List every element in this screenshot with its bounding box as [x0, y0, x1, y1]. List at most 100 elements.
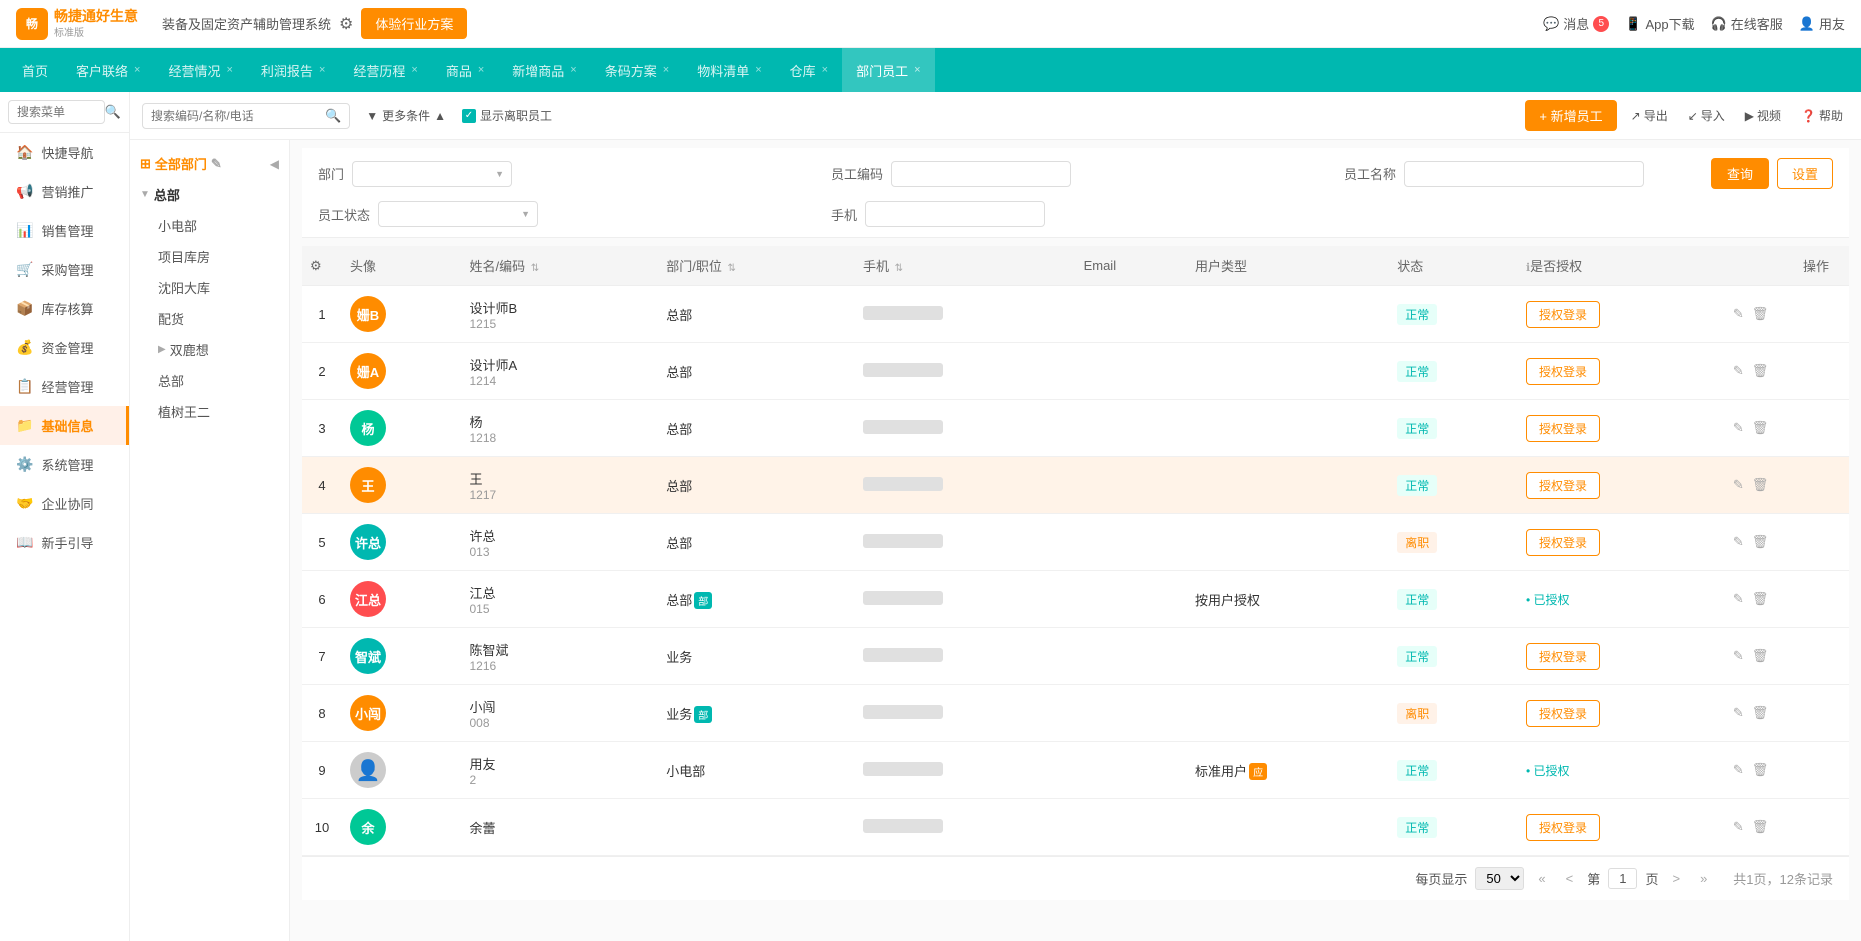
sidebar-item-navigation[interactable]: 🏠快捷导航	[0, 133, 129, 172]
edit-icon[interactable]: ✎	[1733, 477, 1744, 493]
dept-item-root[interactable]: ▼ 总部	[130, 179, 289, 210]
auth-login-btn[interactable]: 授权登录	[1526, 358, 1600, 385]
view-button[interactable]: ▶ 视频	[1739, 103, 1787, 128]
status-select[interactable]	[378, 201, 538, 227]
edit-icon[interactable]: ✎	[1733, 762, 1744, 778]
download-icon: 📱	[1625, 16, 1641, 32]
tab-goods[interactable]: 商品 ×	[432, 48, 498, 92]
export-button[interactable]: ↗ 导出	[1625, 103, 1674, 128]
edit-icon[interactable]: ✎	[1733, 534, 1744, 550]
auth-login-btn[interactable]: 授权登录	[1526, 301, 1600, 328]
dept-item-zongbu[interactable]: 总部	[130, 365, 289, 396]
phone-input[interactable]	[865, 201, 1045, 227]
delete-icon[interactable]: 🗑	[1752, 705, 1769, 721]
sidebar-item-guide[interactable]: 📖新手引导	[0, 523, 129, 562]
delete-icon[interactable]: 🗑	[1752, 477, 1769, 493]
col-settings[interactable]: ⚙	[302, 246, 342, 286]
help-button[interactable]: ❓ 帮助	[1795, 103, 1849, 128]
row-email	[1076, 286, 1187, 343]
message-btn[interactable]: 💬 消息 5	[1543, 14, 1609, 33]
delete-icon[interactable]: 🗑	[1752, 420, 1769, 436]
edit-icon[interactable]: ✎	[1733, 306, 1744, 322]
user-btn[interactable]: 👤 用友	[1799, 14, 1845, 33]
emp-code-input[interactable]	[891, 161, 1071, 187]
dept-item-shuanglu[interactable]: ▶ 双鹿想	[130, 334, 289, 365]
delete-icon[interactable]: 🗑	[1752, 534, 1769, 550]
auth-login-btn[interactable]: 授权登录	[1526, 814, 1600, 841]
row-avatar: 姗A	[342, 343, 461, 400]
auth-login-btn[interactable]: 授权登录	[1526, 472, 1600, 499]
edit-icon[interactable]: ✎	[1733, 591, 1744, 607]
prev-page-btn[interactable]: <	[1560, 869, 1580, 888]
edit-icon[interactable]: ✎	[1733, 705, 1744, 721]
first-page-btn[interactable]: «	[1532, 869, 1551, 888]
edit-icon[interactable]: ✎	[1733, 648, 1744, 664]
delete-icon[interactable]: 🗑	[1752, 306, 1769, 322]
delete-icon[interactable]: 🗑	[1752, 819, 1769, 835]
sidebar-item-marketing[interactable]: 📢营销推广	[0, 172, 129, 211]
per-page-select[interactable]: 50	[1475, 867, 1524, 890]
row-actions: ✎🗑	[1725, 685, 1849, 742]
delete-icon[interactable]: 🗑	[1752, 648, 1769, 664]
edit-icon[interactable]: ✎	[1733, 420, 1744, 436]
set-button[interactable]: 设置	[1777, 158, 1833, 189]
settings-icon[interactable]: ⚙	[339, 14, 353, 34]
search-icon[interactable]: 🔍	[325, 108, 341, 124]
app-download-btn[interactable]: 📱 App下载	[1625, 14, 1694, 33]
dept-select[interactable]	[352, 161, 512, 187]
auth-login-btn[interactable]: 授权登录	[1526, 415, 1600, 442]
sidebar-item-purchase[interactable]: 🛒采购管理	[0, 250, 129, 289]
tab-home[interactable]: 首页	[8, 48, 62, 92]
sidebar-item-sales[interactable]: 📊销售管理	[0, 211, 129, 250]
col-dept-role[interactable]: 部门/职位 ⇅	[658, 246, 855, 286]
row-auth: 授权登录	[1518, 685, 1725, 742]
sidebar-search-input[interactable]	[8, 100, 105, 124]
sidebar-item-business[interactable]: 📋经营管理	[0, 367, 129, 406]
last-page-btn[interactable]: »	[1694, 869, 1713, 888]
edit-icon[interactable]: ✎	[1733, 819, 1744, 835]
search-input[interactable]	[151, 109, 321, 123]
query-button[interactable]: 查询	[1711, 158, 1769, 189]
delete-icon[interactable]: 🗑	[1752, 363, 1769, 379]
tab-customer[interactable]: 客户联络 ×	[62, 48, 154, 92]
tab-bom[interactable]: 物料清单 ×	[683, 48, 775, 92]
sidebar-item-inventory[interactable]: 📦库存核算	[0, 289, 129, 328]
tab-profit[interactable]: 利润报告 ×	[247, 48, 339, 92]
col-name-code[interactable]: 姓名/编码 ⇅	[461, 246, 658, 286]
edit-icon[interactable]: ✎	[1733, 363, 1744, 379]
tab-history[interactable]: 经营历程 ×	[339, 48, 431, 92]
import-button[interactable]: ↙ 导入	[1682, 103, 1731, 128]
tab-warehouse[interactable]: 仓库 ×	[776, 48, 842, 92]
row-status: 正常	[1389, 628, 1518, 685]
online-support-btn[interactable]: 🎧 在线客服	[1711, 14, 1783, 33]
trial-btn[interactable]: 体验行业方案	[361, 8, 467, 39]
dept-item-zhishu[interactable]: 植树王二	[130, 396, 289, 427]
sidebar-item-system[interactable]: ⚙️系统管理	[0, 445, 129, 484]
sidebar-item-finance[interactable]: 💰资金管理	[0, 328, 129, 367]
page-number[interactable]: 1	[1608, 868, 1637, 889]
delete-icon[interactable]: 🗑	[1752, 762, 1769, 778]
dept-collapse-btn[interactable]: ◀	[270, 157, 279, 171]
dept-edit-icon[interactable]: ✎	[211, 156, 222, 172]
tab-operation[interactable]: 经营情况 ×	[154, 48, 246, 92]
sidebar-item-basic-info[interactable]: 📁基础信息	[0, 406, 129, 445]
show-resigned-toggle[interactable]: ✓ 显示离职员工	[462, 107, 552, 124]
tab-barcode[interactable]: 条码方案 ×	[591, 48, 683, 92]
delete-icon[interactable]: 🗑	[1752, 591, 1769, 607]
tab-dept-staff[interactable]: 部门员工 ×	[842, 48, 934, 92]
filter-more-btn[interactable]: ▼ 更多条件 ▲	[358, 103, 454, 128]
dept-item-shenyang[interactable]: 沈阳大库	[130, 272, 289, 303]
dept-item-project[interactable]: 项目库房	[130, 241, 289, 272]
auth-login-btn[interactable]: 授权登录	[1526, 529, 1600, 556]
tab-new-goods[interactable]: 新增商品 ×	[498, 48, 590, 92]
add-employee-button[interactable]: + 新增员工	[1525, 100, 1616, 131]
col-phone[interactable]: 手机 ⇅	[855, 246, 1076, 286]
table-row: 2姗A设计师A1214总部正常授权登录✎🗑	[302, 343, 1849, 400]
auth-login-btn[interactable]: 授权登录	[1526, 700, 1600, 727]
dept-item-peihuo[interactable]: 配货	[130, 303, 289, 334]
next-page-btn[interactable]: >	[1666, 869, 1686, 888]
emp-name-input[interactable]	[1404, 161, 1644, 187]
auth-login-btn[interactable]: 授权登录	[1526, 643, 1600, 670]
dept-item-xiaodian[interactable]: 小电部	[130, 210, 289, 241]
sidebar-item-collab[interactable]: 🤝企业协同	[0, 484, 129, 523]
